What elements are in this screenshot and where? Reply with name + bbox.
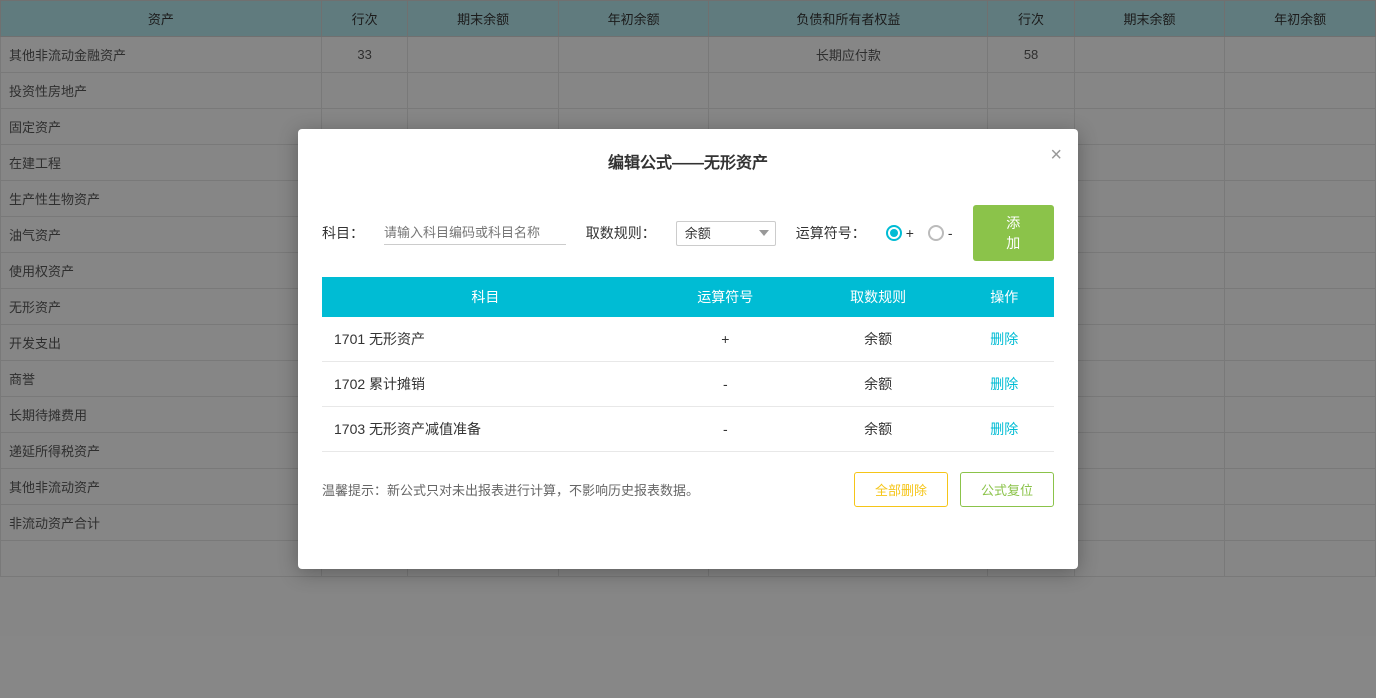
th-subject: 科目	[322, 277, 649, 317]
subject-label: 科目：	[322, 223, 364, 243]
modal-overlay: 编辑公式——无形资产 × 科目： 取数规则： 余额 借方 贷方 借方发生额 贷方…	[0, 0, 1376, 698]
operator-label: 运算符号：	[796, 223, 866, 243]
row2-subject: 1702 累计摊销	[322, 362, 649, 407]
modal-header: 编辑公式——无形资产 ×	[298, 129, 1078, 189]
radio-plus-circle	[886, 225, 902, 241]
row3-rule: 余额	[802, 407, 955, 452]
radio-minus-label: -	[948, 225, 953, 241]
rule-select[interactable]: 余额 借方 贷方 借方发生额 贷方发生额	[676, 221, 776, 246]
row2-rule: 余额	[802, 362, 955, 407]
table-row: 1702 累计摊销 - 余额 删除	[322, 362, 1054, 407]
table-header-row: 科目 运算符号 取数规则 操作	[322, 277, 1054, 317]
modal-title: 编辑公式——无形资产	[608, 155, 768, 172]
footer-tip: 温馨提示：新公式只对未出报表进行计算，不影响历史报表数据。	[322, 480, 699, 499]
delete-link-2[interactable]: 删除	[990, 376, 1018, 392]
rule-select-wrap: 余额 借方 贷方 借方发生额 贷方发生额	[676, 221, 776, 246]
page-background: 资产 行次 期末余额 年初余额 负债和所有者权益 行次 期末余额 年初余额 其他…	[0, 0, 1376, 698]
delete-link-1[interactable]: 删除	[990, 331, 1018, 347]
reset-formula-button[interactable]: 公式复位	[960, 472, 1054, 507]
row3-action: 删除	[955, 407, 1054, 452]
close-button[interactable]: ×	[1050, 145, 1062, 165]
modal-table-wrap: 科目 运算符号 取数规则 操作 1701 无形资产 + 余额 删除	[298, 277, 1078, 452]
radio-minus[interactable]: -	[928, 225, 953, 241]
th-rule: 取数规则	[802, 277, 955, 317]
modal-dialog: 编辑公式——无形资产 × 科目： 取数规则： 余额 借方 贷方 借方发生额 贷方…	[298, 129, 1078, 569]
radio-minus-circle	[928, 225, 944, 241]
subject-input[interactable]	[384, 221, 566, 245]
form-row: 科目： 取数规则： 余额 借方 贷方 借方发生额 贷方发生额 运算符号：	[298, 189, 1078, 277]
row2-operator: -	[649, 362, 802, 407]
row1-action: 删除	[955, 317, 1054, 362]
row3-operator: -	[649, 407, 802, 452]
radio-plus[interactable]: +	[886, 225, 914, 241]
row1-rule: 余额	[802, 317, 955, 362]
th-operator: 运算符号	[649, 277, 802, 317]
row3-subject: 1703 无形资产减值准备	[322, 407, 649, 452]
row1-subject: 1701 无形资产	[322, 317, 649, 362]
modal-footer: 温馨提示：新公式只对未出报表进行计算，不影响历史报表数据。 全部删除 公式复位	[298, 452, 1078, 507]
delete-all-button[interactable]: 全部删除	[854, 472, 948, 507]
table-row: 1703 无形资产减值准备 - 余额 删除	[322, 407, 1054, 452]
table-row: 1701 无形资产 + 余额 删除	[322, 317, 1054, 362]
footer-buttons: 全部删除 公式复位	[854, 472, 1054, 507]
th-action: 操作	[955, 277, 1054, 317]
delete-link-3[interactable]: 删除	[990, 421, 1018, 437]
rule-label: 取数规则：	[586, 223, 656, 243]
radio-plus-label: +	[906, 225, 914, 241]
operator-radio-group: + -	[886, 225, 953, 241]
add-button[interactable]: 添加	[973, 205, 1054, 261]
row2-action: 删除	[955, 362, 1054, 407]
modal-data-table: 科目 运算符号 取数规则 操作 1701 无形资产 + 余额 删除	[322, 277, 1054, 452]
row1-operator: +	[649, 317, 802, 362]
